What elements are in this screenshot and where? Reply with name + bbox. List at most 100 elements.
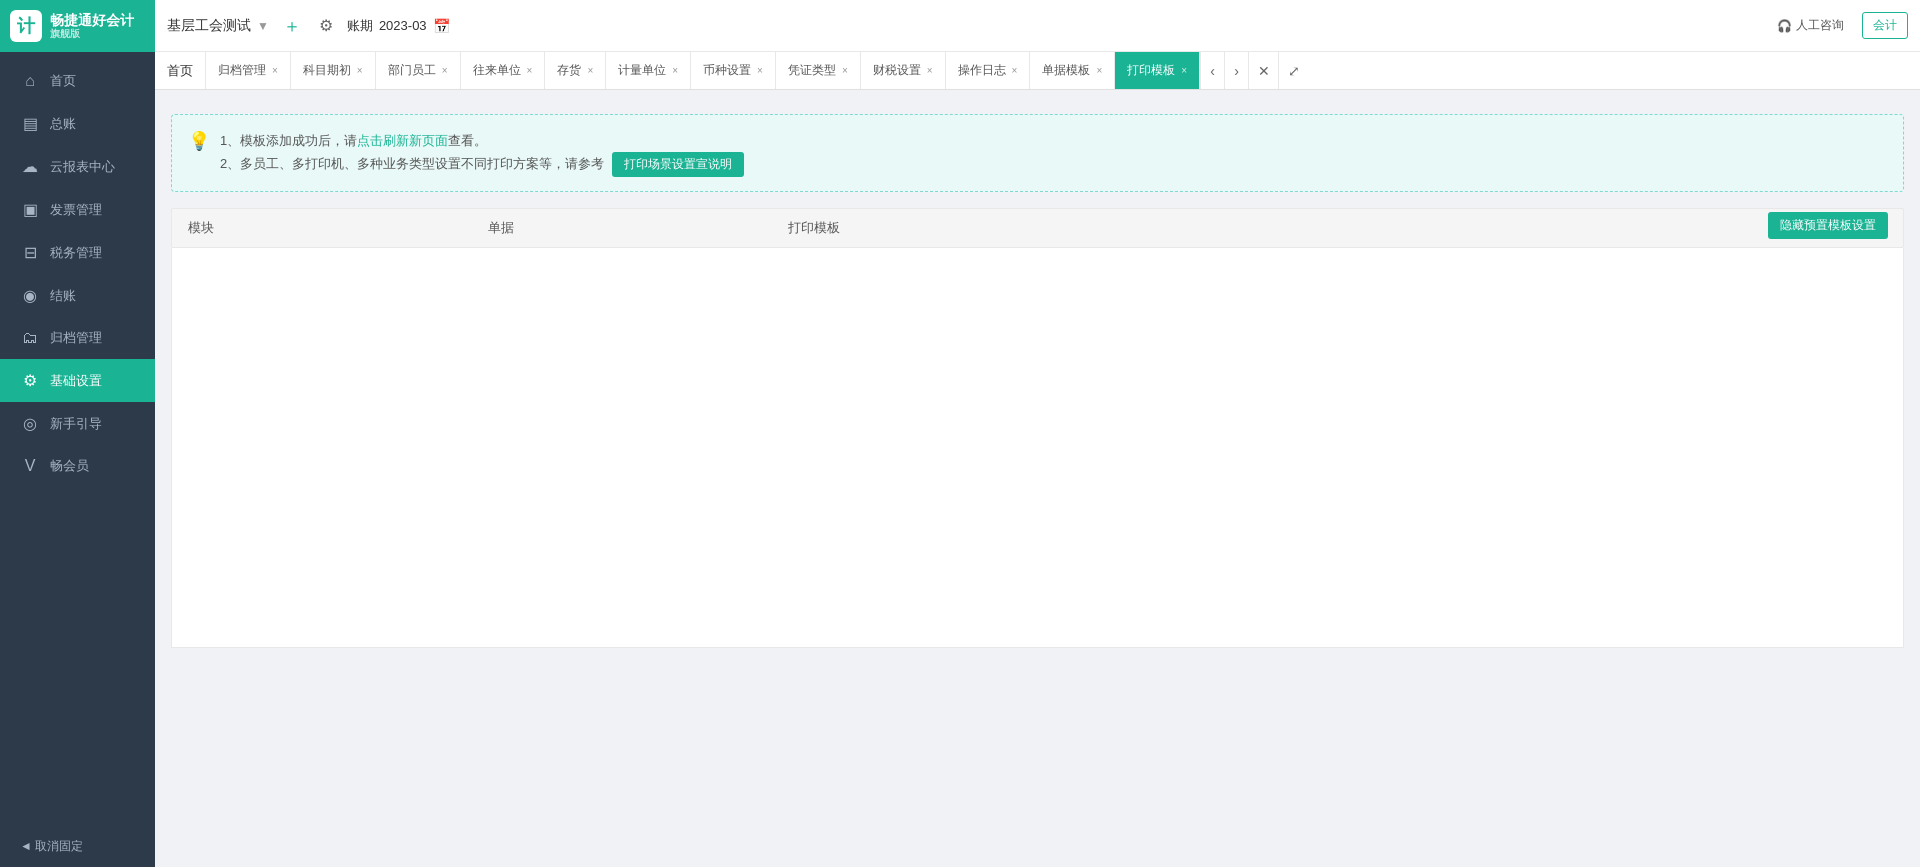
tab-unit-close-icon[interactable]: ×	[672, 65, 678, 76]
member-icon: V	[20, 457, 40, 475]
home-icon: ⌂	[20, 72, 40, 90]
bulb-icon: 💡	[188, 130, 210, 152]
logo-icon: 计	[10, 10, 42, 42]
sidebar-item-label: 首页	[50, 72, 76, 90]
sidebar-item-label: 云报表中心	[50, 158, 115, 176]
tab-archive-label: 归档管理	[218, 62, 266, 79]
period-value: 2023-03	[379, 18, 427, 33]
sidebar-item-label: 结账	[50, 287, 76, 305]
tab-stock-label: 存货	[557, 62, 581, 79]
app-logo: 计 畅捷通好会计 旗舰版	[0, 0, 155, 52]
tab-voucher-type[interactable]: 凭证类型 ×	[776, 52, 861, 89]
sidebar-item-archive[interactable]: 🗂 归档管理	[0, 317, 155, 359]
period-display: 账期 2023-03 📅	[347, 17, 450, 35]
tab-supplier-close-icon[interactable]: ×	[527, 65, 533, 76]
settings-icon: ⚙	[20, 371, 40, 390]
sidebar-item-close[interactable]: ◉ 结账	[0, 274, 155, 317]
settings-gear-icon[interactable]: ⚙	[319, 16, 333, 35]
tab-currency-close-icon[interactable]: ×	[757, 65, 763, 76]
calendar-icon[interactable]: 📅	[433, 18, 450, 34]
main-area: 基层工会测试 ▼ ＋ ⚙ 账期 2023-03 📅 🎧 人工咨询 会计 首页 归…	[155, 0, 1920, 867]
tab-archive[interactable]: 归档管理 ×	[206, 52, 291, 89]
tax-icon: ⊟	[20, 243, 40, 262]
tab-currency[interactable]: 币种设置 ×	[691, 52, 776, 89]
tab-stock-close-icon[interactable]: ×	[587, 65, 593, 76]
company-name: 基层工会测试	[167, 17, 251, 35]
sidebar-item-label: 总账	[50, 115, 76, 133]
tab-finance-label: 财税设置	[873, 62, 921, 79]
archive-icon: 🗂	[20, 329, 40, 347]
tab-subject-close-icon[interactable]: ×	[357, 65, 363, 76]
tab-voucher-type-label: 凭证类型	[788, 62, 836, 79]
hide-template-button[interactable]: 隐藏预置模板设置	[1768, 212, 1888, 239]
sidebar-item-home[interactable]: ⌂ 首页	[0, 60, 155, 102]
sidebar-item-ledger[interactable]: ▤ 总账	[0, 102, 155, 145]
sidebar-item-label: 发票管理	[50, 201, 102, 219]
tab-close-all-button[interactable]: ✕	[1248, 52, 1278, 90]
app-sub: 旗舰版	[50, 28, 134, 40]
tab-archive-close-icon[interactable]: ×	[272, 65, 278, 76]
sidebar-item-reports[interactable]: ☁ 云报表中心	[0, 145, 155, 188]
notice-content: 1、模板添加成功后，请点击刷新新页面查看。 2、多员工、多打印机、多种业务类型设…	[220, 129, 744, 177]
tab-prev-button[interactable]: ‹	[1200, 52, 1224, 90]
print-scene-button[interactable]: 打印场景设置宣说明	[612, 152, 744, 177]
tab-supplier[interactable]: 往来单位 ×	[461, 52, 546, 89]
sidebar-item-tax[interactable]: ⊟ 税务管理	[0, 231, 155, 274]
accountant-button[interactable]: 会计	[1862, 12, 1908, 39]
tab-finance-close-icon[interactable]: ×	[927, 65, 933, 76]
tab-finance[interactable]: 财税设置 ×	[861, 52, 946, 89]
tab-expand-button[interactable]: ⤢	[1278, 52, 1308, 90]
tab-log-close-icon[interactable]: ×	[1012, 65, 1018, 76]
topbar: 基层工会测试 ▼ ＋ ⚙ 账期 2023-03 📅 🎧 人工咨询 会计	[155, 0, 1920, 52]
tab-print-close-icon[interactable]: ×	[1181, 65, 1187, 76]
sidebar-item-label: 归档管理	[50, 329, 102, 347]
period-label: 账期	[347, 17, 373, 35]
sidebar-item-settings[interactable]: ⚙ 基础设置	[0, 359, 155, 402]
table-body	[171, 248, 1904, 648]
sidebar-item-label: 税务管理	[50, 244, 102, 262]
sidebar-unpin[interactable]: ◄ 取消固定	[0, 826, 155, 867]
content-wrapper: 隐藏预置模板设置 💡 1、模板添加成功后，请点击刷新新页面查看。 2、多员工、多…	[171, 106, 1904, 648]
col-template: 打印模板	[788, 219, 1887, 237]
tab-single-close-icon[interactable]: ×	[1096, 65, 1102, 76]
tab-log-label: 操作日志	[958, 62, 1006, 79]
tab-currency-label: 币种设置	[703, 62, 751, 79]
sidebar: 计 畅捷通好会计 旗舰版 ⌂ 首页 ▤ 总账 ☁ 云报表中心 ▣ 发票管理 ⊟ …	[0, 0, 155, 867]
table-header: 模块 单据 打印模板	[171, 208, 1904, 248]
tab-print-label: 打印模板	[1127, 62, 1175, 79]
tab-print[interactable]: 打印模板 ×	[1115, 52, 1200, 89]
notice-line1: 1、模板添加成功后，请点击刷新新页面查看。	[220, 129, 744, 152]
service-button[interactable]: 🎧 人工咨询	[1777, 17, 1844, 34]
tab-dept-close-icon[interactable]: ×	[442, 65, 448, 76]
tab-dept[interactable]: 部门员工 ×	[376, 52, 461, 89]
tab-unit-label: 计量单位	[618, 62, 666, 79]
tab-log[interactable]: 操作日志 ×	[946, 52, 1031, 89]
tab-stock[interactable]: 存货 ×	[545, 52, 606, 89]
tab-dept-label: 部门员工	[388, 62, 436, 79]
tab-voucher-type-close-icon[interactable]: ×	[842, 65, 848, 76]
guide-icon: ◎	[20, 414, 40, 433]
tab-supplier-label: 往来单位	[473, 62, 521, 79]
sidebar-item-member[interactable]: V 畅会员	[0, 445, 155, 487]
tab-subject-label: 科目期初	[303, 62, 351, 79]
col-single: 单据	[488, 219, 788, 237]
app-name: 畅捷通好会计	[50, 12, 134, 29]
tab-home-label: 首页	[167, 62, 193, 80]
company-selector[interactable]: 基层工会测试 ▼	[167, 17, 269, 35]
tab-home[interactable]: 首页	[155, 52, 206, 89]
tab-single-label: 单据模板	[1042, 62, 1090, 79]
sidebar-item-label: 基础设置	[50, 372, 102, 390]
tab-single[interactable]: 单据模板 ×	[1030, 52, 1115, 89]
notice-line2: 2、多员工、多打印机、多种业务类型设置不同打印方案等，请参考 打印场景设置宣说明	[220, 152, 744, 177]
sidebar-item-guide[interactable]: ◎ 新手引导	[0, 402, 155, 445]
add-tab-button[interactable]: ＋	[283, 14, 301, 38]
tab-next-button[interactable]: ›	[1224, 52, 1248, 90]
close-month-icon: ◉	[20, 286, 40, 305]
col-module: 模块	[188, 219, 488, 237]
sidebar-item-label: 新手引导	[50, 415, 102, 433]
sidebar-item-invoice[interactable]: ▣ 发票管理	[0, 188, 155, 231]
tab-unit[interactable]: 计量单位 ×	[606, 52, 691, 89]
refresh-link[interactable]: 点击刷新新页面	[357, 133, 448, 148]
tab-subject[interactable]: 科目期初 ×	[291, 52, 376, 89]
invoice-icon: ▣	[20, 200, 40, 219]
